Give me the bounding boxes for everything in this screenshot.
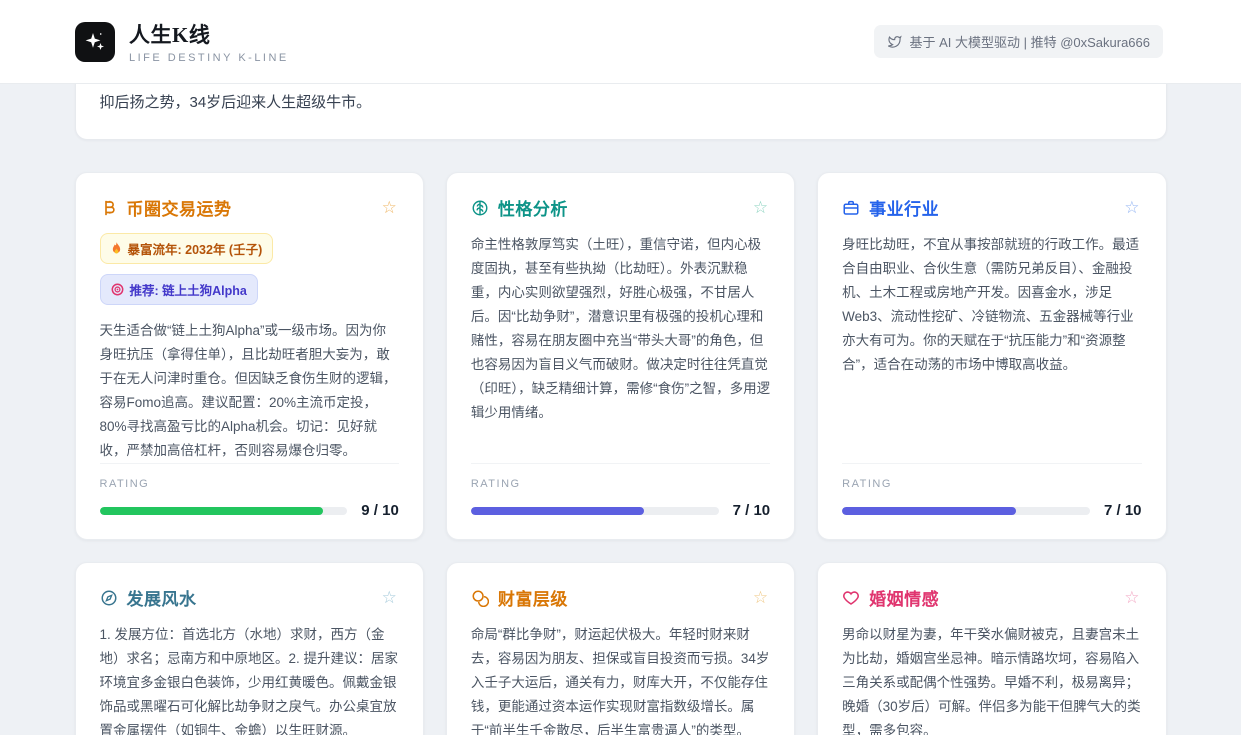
rating-bar-fill	[471, 507, 644, 515]
favorite-star-icon[interactable]: ☆	[1122, 587, 1141, 608]
rating-label: RATING	[842, 478, 1141, 490]
twitter-badge-text: 基于 AI 大模型驱动 | 推特 @0xSakura666	[909, 32, 1150, 51]
favorite-star-icon[interactable]: ☆	[751, 197, 770, 218]
recommend-tag: 推荐: 链上土狗Alpha	[100, 274, 258, 305]
sparkle-icon	[75, 22, 115, 62]
card-development-fengshui: 发展风水 ☆ 1. 发展方位：首选北方（水地）求财，西方（金地）求名；忌南方和中…	[75, 562, 424, 735]
twitter-badge[interactable]: 基于 AI 大模型驱动 | 推特 @0xSakura666	[874, 25, 1163, 58]
card-body-text: 身旺比劫旺，不宜从事按部就班的行政工作。最适合自由职业、合伙生意（需防兄弟反目）…	[842, 233, 1141, 377]
rating-bar-fill	[100, 507, 323, 515]
app-logo[interactable]: 人生K线 LIFE DESTINY K-LINE	[75, 19, 289, 64]
card-title: 币圈交易运势	[127, 195, 232, 220]
rating-score: 7 / 10	[1104, 502, 1142, 519]
card-wealth-level: 财富层级 ☆ 命局“群比争财”，财运起伏极大。年轻时财来财去，容易因为朋友、担保…	[446, 562, 795, 735]
rating-label: RATING	[471, 478, 770, 490]
card-personality-analysis: 性格分析 ☆ 命主性格敦厚笃实（土旺），重信守诺，但内心极度固执，甚至有些执拗（…	[446, 172, 795, 540]
twitter-bird-icon	[887, 35, 902, 48]
recommend-tag-label: 推荐: 链上土狗Alpha	[130, 280, 247, 299]
card-title: 财富层级	[498, 585, 568, 610]
brain-icon	[471, 199, 489, 217]
wealth-year-tag: 暴富流年: 2032年 (壬子)	[100, 233, 274, 264]
analysis-card-grid: 币圈交易运势 ☆ 暴富流年: 2032年 (壬子) 推荐: 链上土狗Alpha	[75, 172, 1167, 735]
rating-bar-track	[471, 507, 719, 515]
page-title: 人生K线	[129, 19, 289, 49]
rating-bar-track	[100, 507, 348, 515]
rating-bar-track	[842, 507, 1090, 515]
card-body-text: 天生适合做“链上土狗Alpha”或一级市场。因为你身旺抗压（拿得住单），且比劫旺…	[100, 319, 399, 463]
card-body-text: 命局“群比争财”，财运起伏极大。年轻时财来财去，容易因为朋友、担保或盲目投资而亏…	[471, 623, 770, 735]
wealth-year-tag-label: 暴富流年: 2032年 (壬子)	[128, 239, 263, 258]
favorite-star-icon[interactable]: ☆	[380, 197, 399, 218]
card-career-industry: 事业行业 ☆ 身旺比劫旺，不宜从事按部就班的行政工作。最适合自由职业、合伙生意（…	[817, 172, 1166, 540]
favorite-star-icon[interactable]: ☆	[751, 587, 770, 608]
rating-score: 9 / 10	[361, 502, 399, 519]
card-marriage-love: 婚姻情感 ☆ 男命以财星为妻，年干癸水偏财被克，且妻宫未土为比劫，婚姻宫坐忌神。…	[817, 562, 1166, 735]
tag-row: 暴富流年: 2032年 (壬子) 推荐: 链上土狗Alpha	[100, 233, 399, 305]
page-subtitle: LIFE DESTINY K-LINE	[129, 52, 289, 64]
compass-icon	[100, 589, 118, 607]
card-title: 发展风水	[127, 585, 197, 610]
heart-icon	[842, 589, 860, 607]
bitcoin-icon	[100, 199, 118, 217]
briefcase-icon	[842, 199, 860, 217]
card-crypto-trading-fortune: 币圈交易运势 ☆ 暴富流年: 2032年 (壬子) 推荐: 链上土狗Alpha	[75, 172, 424, 540]
rating-label: RATING	[100, 478, 399, 490]
coins-icon	[471, 589, 489, 607]
rating-bar-fill	[842, 507, 1015, 515]
favorite-star-icon[interactable]: ☆	[380, 587, 399, 608]
favorite-star-icon[interactable]: ☆	[1122, 197, 1141, 218]
card-title: 事业行业	[869, 195, 939, 220]
card-title: 婚姻情感	[869, 585, 939, 610]
card-body-text: 1. 发展方位：首选北方（水地）求财，西方（金地）求名；忌南方和中原地区。2. …	[100, 623, 399, 735]
rating-score: 7 / 10	[733, 502, 771, 519]
card-body-text: 男命以财星为妻，年干癸水偏财被克，且妻宫未土为比劫，婚姻宫坐忌神。暗示情路坎坷，…	[842, 623, 1141, 735]
app-header: 人生K线 LIFE DESTINY K-LINE 基于 AI 大模型驱动 | 推…	[0, 0, 1241, 84]
flame-icon	[111, 242, 122, 255]
target-icon	[111, 283, 124, 296]
card-body-text: 命主性格敦厚笃实（土旺），重信守诺，但内心极度固执，甚至有些执拗（比劫旺）。外表…	[471, 233, 770, 425]
card-title: 性格分析	[498, 195, 568, 220]
